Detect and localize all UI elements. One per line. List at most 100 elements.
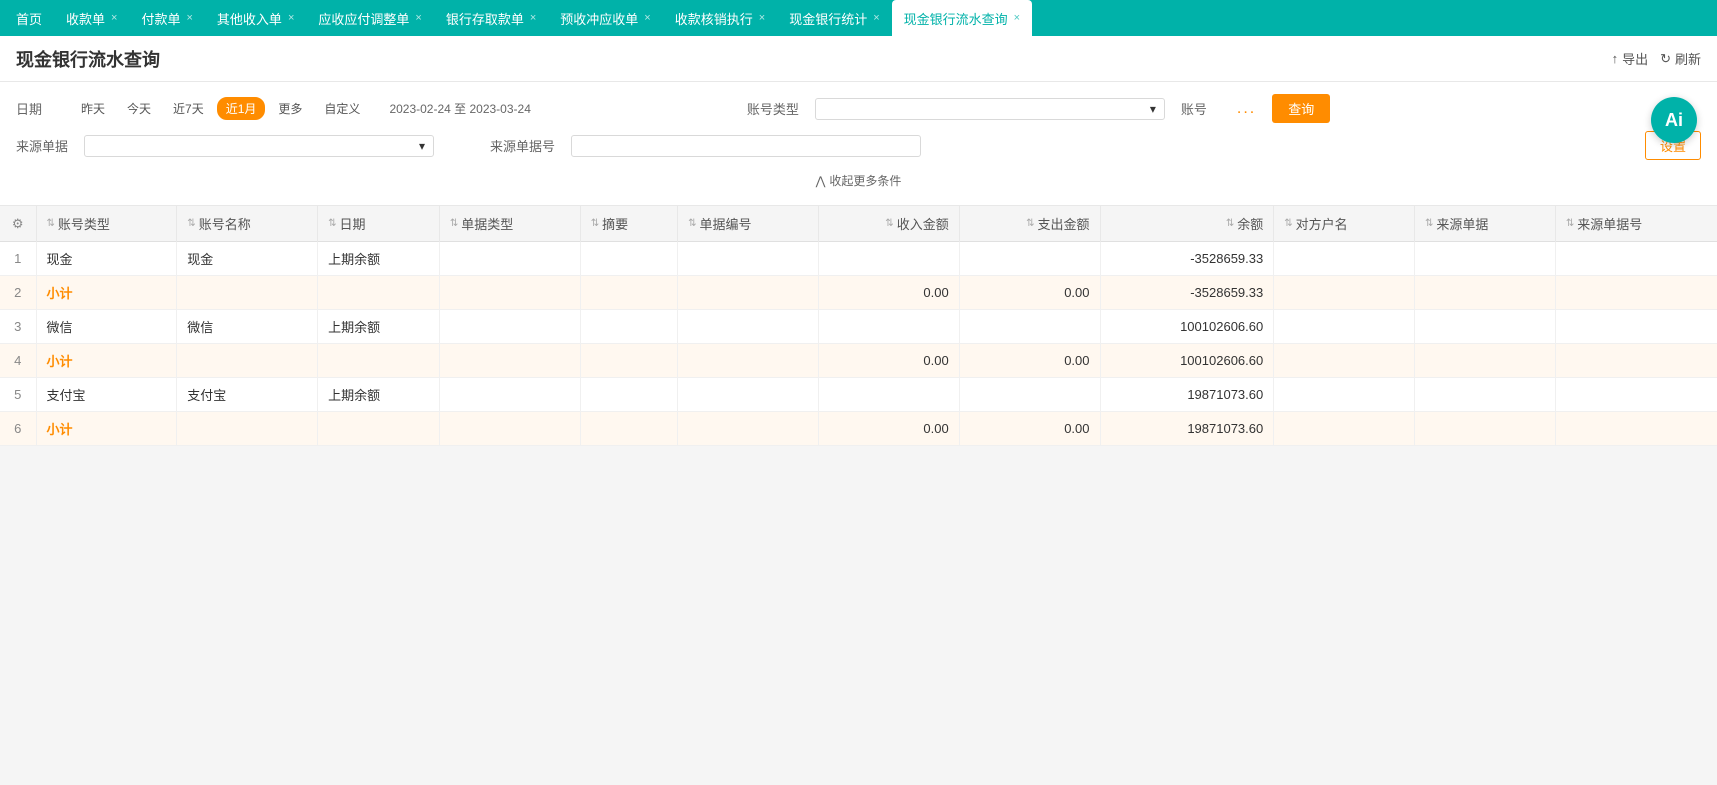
sort-icon-doc-num[interactable]: ⇅ (688, 218, 696, 229)
query-button[interactable]: 查询 (1272, 94, 1330, 123)
cell-doc_num (678, 344, 819, 378)
cell-balance: 19871073.60 (1100, 378, 1274, 412)
page-header: 现金银行流水查询 ↑ 导出 ↻ 刷新 (0, 36, 1717, 82)
nav-item-预收冲应收单[interactable]: 预收冲应收单× (548, 0, 662, 36)
close-icon[interactable]: × (111, 12, 117, 24)
cell-doc_type (439, 276, 580, 310)
sort-icon-source-doc[interactable]: ⇅ (1425, 218, 1433, 229)
cell-expense (959, 242, 1100, 276)
nav-item-付款单[interactable]: 付款单× (129, 0, 204, 36)
close-icon[interactable]: × (644, 12, 650, 24)
cell-expense: 0.00 (959, 276, 1100, 310)
cell-income (818, 378, 959, 412)
chevron-down-icon-2: ▾ (419, 139, 425, 153)
source-doc-num-input[interactable] (571, 135, 921, 157)
cell-summary (580, 412, 677, 446)
cell-counterpart (1274, 344, 1415, 378)
sort-icon-account-name[interactable]: ⇅ (187, 218, 195, 229)
cell-balance: -3528659.33 (1100, 276, 1274, 310)
cell-source_doc_num (1555, 412, 1717, 446)
sort-icon-date[interactable]: ⇅ (328, 218, 336, 229)
cell-expense (959, 378, 1100, 412)
account-type-select[interactable]: ▾ (815, 98, 1165, 120)
nav-item-应收应付调整单[interactable]: 应收应付调整单× (306, 0, 433, 36)
cell-summary (580, 344, 677, 378)
nav-item-银行存取款单[interactable]: 银行存取款单× (434, 0, 548, 36)
filter-row-2: 来源单据 ▾ 来源单据号 设置 (16, 131, 1701, 160)
cell-source_doc (1415, 412, 1556, 446)
close-icon[interactable]: × (1014, 12, 1020, 24)
th-account-name: ⇅ 账号名称 (177, 206, 318, 242)
cell-account-type: 小计 (36, 344, 177, 378)
sort-icon-income[interactable]: ⇅ (885, 218, 893, 229)
cell-counterpart (1274, 242, 1415, 276)
chevron-down-icon: ▾ (1150, 102, 1156, 116)
account-dots-button[interactable]: ... (1237, 100, 1256, 118)
th-doc-num: ⇅ 单据编号 (678, 206, 819, 242)
date-btn-7days[interactable]: 近7天 (164, 97, 213, 120)
date-btn-1month[interactable]: 近1月 (217, 97, 266, 120)
cell-summary (580, 378, 677, 412)
collapse-bar[interactable]: ⋀ 收起更多条件 (16, 168, 1701, 193)
close-icon[interactable]: × (415, 12, 421, 24)
th-income: ⇅ 收入金额 (818, 206, 959, 242)
date-btn-custom[interactable]: 自定义 (315, 97, 369, 120)
date-range-display: 2023-02-24 至 2023-03-24 (389, 100, 530, 117)
filter-row-1: 日期 昨天 今天 近7天 近1月 更多 自定义 2023-02-24 至 202… (16, 94, 1701, 123)
sort-icon-doc-type[interactable]: ⇅ (450, 218, 458, 229)
cell-doc_type (439, 310, 580, 344)
cell-source_doc_num (1555, 344, 1717, 378)
ai-assistant-button[interactable]: Ai (1651, 97, 1697, 143)
close-icon[interactable]: × (873, 12, 879, 24)
source-doc-label: 来源单据 (16, 136, 68, 155)
cell-expense: 0.00 (959, 412, 1100, 446)
cell-date: 上期余额 (318, 378, 440, 412)
cell-expense (959, 310, 1100, 344)
filter-area: 日期 昨天 今天 近7天 近1月 更多 自定义 2023-02-24 至 202… (0, 82, 1717, 206)
cell-summary (580, 242, 677, 276)
close-icon[interactable]: × (759, 12, 765, 24)
source-doc-select[interactable]: ▾ (84, 135, 434, 157)
table-row: 4小计0.000.00100102606.60 (0, 344, 1717, 378)
export-button[interactable]: ↑ 导出 (1612, 49, 1649, 68)
refresh-button[interactable]: ↻ 刷新 (1660, 49, 1701, 68)
table-row: 2小计0.000.00-3528659.33 (0, 276, 1717, 310)
cell-doc_num (678, 276, 819, 310)
cell-doc_type (439, 344, 580, 378)
date-btn-today[interactable]: 今天 (118, 97, 160, 120)
date-btn-more[interactable]: 更多 (269, 97, 311, 120)
th-settings[interactable]: ⚙ (0, 206, 36, 242)
th-counterpart: ⇅ 对方户名 (1274, 206, 1415, 242)
close-icon[interactable]: × (186, 12, 192, 24)
sort-icon-counterpart[interactable]: ⇅ (1284, 218, 1292, 229)
cell-date (318, 344, 440, 378)
nav-item-现金银行流水查询[interactable]: 现金银行流水查询× (892, 0, 1032, 36)
sort-icon-balance[interactable]: ⇅ (1226, 218, 1234, 229)
top-nav: 首页收款单×付款单×其他收入单×应收应付调整单×银行存取款单×预收冲应收单×收款… (0, 0, 1717, 36)
sort-icon-expense[interactable]: ⇅ (1026, 218, 1034, 229)
date-btn-yesterday[interactable]: 昨天 (72, 97, 114, 120)
nav-item-收款核销执行[interactable]: 收款核销执行× (663, 0, 777, 36)
close-icon[interactable]: × (288, 12, 294, 24)
close-icon[interactable]: × (530, 12, 536, 24)
table-row: 3微信微信上期余额100102606.60 (0, 310, 1717, 344)
cell-date (318, 412, 440, 446)
row-num: 4 (0, 344, 36, 378)
sort-icon-account-type[interactable]: ⇅ (47, 218, 55, 229)
cell-account-type: 微信 (36, 310, 177, 344)
export-icon: ↑ (1612, 51, 1619, 66)
sort-icon-source-doc-num[interactable]: ⇅ (1566, 218, 1574, 229)
th-summary: ⇅ 摘要 (580, 206, 677, 242)
nav-item-其他收入单[interactable]: 其他收入单× (205, 0, 306, 36)
sort-icon-summary[interactable]: ⇅ (591, 218, 599, 229)
nav-item-首页[interactable]: 首页 (4, 0, 54, 36)
nav-item-收款单[interactable]: 收款单× (54, 0, 129, 36)
cell-doc_num (678, 310, 819, 344)
table-row: 1现金现金上期余额-3528659.33 (0, 242, 1717, 276)
nav-item-现金银行统计[interactable]: 现金银行统计× (777, 0, 891, 36)
cell-source_doc_num (1555, 378, 1717, 412)
th-account-type: ⇅ 账号类型 (36, 206, 177, 242)
cell-expense: 0.00 (959, 344, 1100, 378)
table-row: 6小计0.000.0019871073.60 (0, 412, 1717, 446)
cell-source_doc (1415, 378, 1556, 412)
